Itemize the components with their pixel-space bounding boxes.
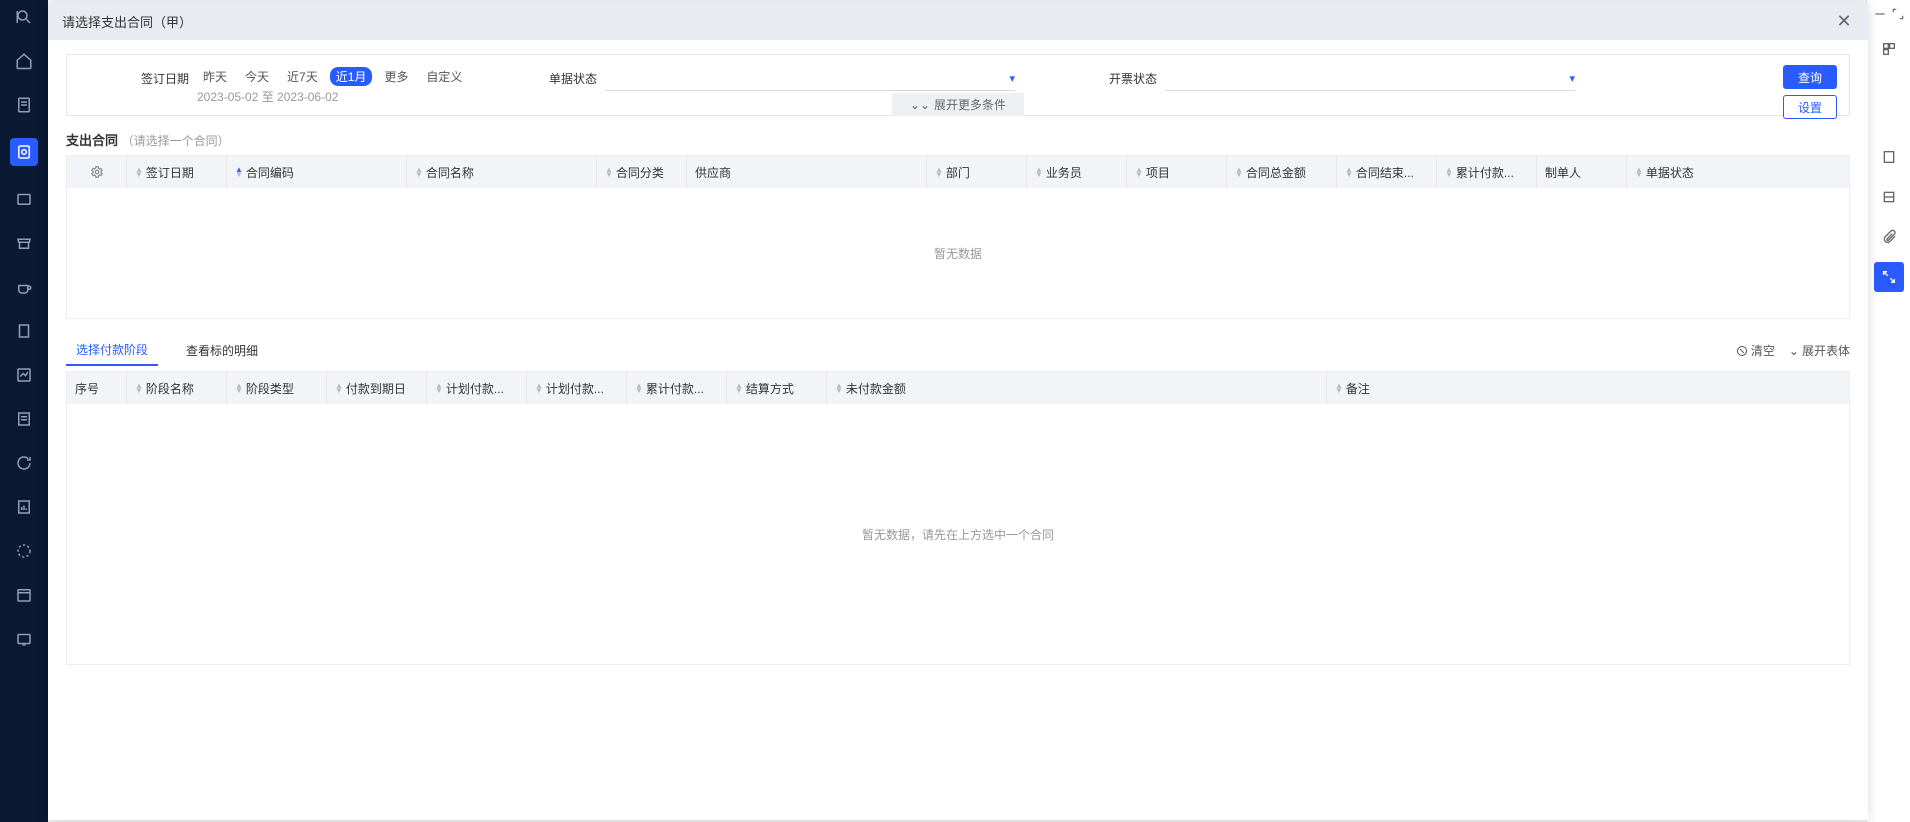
select-contract-modal: 请选择支出合同（甲） ✕ 签订日期 昨天 今天 近7天 近1月 更多 自定义 xyxy=(48,2,1868,820)
col-contract-category[interactable]: ▲▼合同分类 xyxy=(597,156,687,188)
right-toolbar xyxy=(1866,0,1910,822)
date-quick-picker: 昨天 今天 近7天 近1月 更多 自定义 xyxy=(197,67,468,86)
modal-title: 请选择支出合同（甲） xyxy=(62,12,1834,31)
stages-table-header: 序号 ▲▼阶段名称 ▲▼阶段类型 ▲▼付款到期日 ▲▼计划付款... ▲▼计划付… xyxy=(67,372,1849,404)
minimize-icon[interactable] xyxy=(1872,6,1888,22)
search-icon[interactable] xyxy=(13,6,35,28)
date-custom[interactable]: 自定义 xyxy=(420,67,468,86)
col-supplier[interactable]: 供应商 xyxy=(687,156,927,188)
col-cum-payment[interactable]: ▲▼累计付款... xyxy=(1437,156,1537,188)
clear-button[interactable]: 清空 xyxy=(1736,342,1775,359)
date-more[interactable]: 更多 xyxy=(378,67,414,86)
list-icon[interactable] xyxy=(13,408,35,430)
doc-status-label: 单据状态 xyxy=(507,67,597,87)
col-plan-pay2[interactable]: ▲▼计划付款... xyxy=(527,372,627,404)
gear-column[interactable] xyxy=(67,156,127,188)
report-icon[interactable] xyxy=(13,496,35,518)
col-project[interactable]: ▲▼项目 xyxy=(1127,156,1227,188)
col-total-amount[interactable]: ▲▼合同总金额 xyxy=(1227,156,1337,188)
col-end-date[interactable]: ▲▼合同结束... xyxy=(1337,156,1437,188)
contract-icon[interactable] xyxy=(10,138,38,166)
folder-icon[interactable] xyxy=(13,188,35,210)
col-stage-name[interactable]: ▲▼阶段名称 xyxy=(127,372,227,404)
col-sign-date[interactable]: ▲▼签订日期 xyxy=(127,156,227,188)
cycle-icon[interactable] xyxy=(13,540,35,562)
col-contract-name[interactable]: ▲▼合同名称 xyxy=(407,156,597,188)
query-button[interactable]: 查询 xyxy=(1783,65,1837,89)
filter-panel: 签订日期 昨天 今天 近7天 近1月 更多 自定义 2023-05-02 至 2… xyxy=(66,54,1850,116)
section-contracts-title: 支出合同 （请选择一个合同） xyxy=(66,130,1850,149)
attach-icon[interactable] xyxy=(1874,222,1904,252)
stages-table-empty: 暂无数据，请先在上方选中一个合同 xyxy=(67,404,1849,664)
fullscreen-icon[interactable] xyxy=(1890,6,1906,22)
date-today[interactable]: 今天 xyxy=(239,67,275,86)
contracts-table-header: ▲▼签订日期 ▲▼合同编码 ▲▼合同名称 ▲▼合同分类 供应商 ▲▼部门 ▲▼业… xyxy=(67,156,1849,188)
left-sidebar xyxy=(0,0,48,822)
store-icon[interactable] xyxy=(13,232,35,254)
tab-view-detail[interactable]: 查看标的明细 xyxy=(176,336,268,365)
layout-icon[interactable] xyxy=(1874,34,1904,64)
col-seq[interactable]: 序号 xyxy=(67,372,127,404)
doc-icon[interactable] xyxy=(13,94,35,116)
col-settle-mode[interactable]: ▲▼结算方式 xyxy=(727,372,827,404)
building-icon[interactable] xyxy=(13,320,35,342)
clear-icon xyxy=(1736,345,1748,357)
settings-button[interactable]: 设置 xyxy=(1783,95,1837,119)
col-doc-status[interactable]: ▲▼单据状态 xyxy=(1627,156,1849,188)
home-icon[interactable] xyxy=(13,50,35,72)
tv-icon[interactable] xyxy=(13,628,35,650)
col-creator[interactable]: 制单人 xyxy=(1537,156,1627,188)
double-chevron-down-icon: ⌄⌄ xyxy=(910,98,930,112)
date-last7[interactable]: 近7天 xyxy=(281,67,324,86)
close-icon[interactable]: ✕ xyxy=(1834,11,1854,32)
col-contract-code[interactable]: ▲▼合同编码 xyxy=(227,156,407,188)
date-last1m[interactable]: 近1月 xyxy=(330,67,373,86)
chart-icon[interactable] xyxy=(13,364,35,386)
contracts-table: ▲▼签订日期 ▲▼合同编码 ▲▼合同名称 ▲▼合同分类 供应商 ▲▼部门 ▲▼业… xyxy=(66,155,1850,319)
col-unpaid-amount[interactable]: ▲▼未付款金额 xyxy=(827,372,1327,404)
chevron-down-icon: ▾ xyxy=(1009,72,1015,85)
date-range-text: 2023-05-02 至 2023-06-02 xyxy=(197,88,468,105)
col-due-date[interactable]: ▲▼付款到期日 xyxy=(327,372,427,404)
scan-icon[interactable] xyxy=(1874,182,1904,212)
expand-panel-icon[interactable] xyxy=(1874,262,1904,292)
detail-tabs: 选择付款阶段 查看标的明细 清空 ⌄ 展开表体 xyxy=(66,335,1850,367)
col-remark[interactable]: ▲▼备注 xyxy=(1327,372,1849,404)
stages-table: 序号 ▲▼阶段名称 ▲▼阶段类型 ▲▼付款到期日 ▲▼计划付款... ▲▼计划付… xyxy=(66,371,1850,665)
note-icon[interactable] xyxy=(1874,142,1904,172)
tab-select-stage[interactable]: 选择付款阶段 xyxy=(66,335,158,366)
invoice-status-label: 开票状态 xyxy=(1067,67,1157,87)
date-yesterday[interactable]: 昨天 xyxy=(197,67,233,86)
expand-body-button[interactable]: ⌄ 展开表体 xyxy=(1789,342,1850,359)
coffee-icon[interactable] xyxy=(13,276,35,298)
col-salesperson[interactable]: ▲▼业务员 xyxy=(1027,156,1127,188)
contracts-table-empty: 暂无数据 xyxy=(67,188,1849,318)
col-department[interactable]: ▲▼部门 xyxy=(927,156,1027,188)
chevron-down-icon: ⌄ xyxy=(1789,344,1799,358)
invoice-status-select[interactable]: ▾ xyxy=(1165,67,1575,91)
refresh-icon[interactable] xyxy=(13,452,35,474)
gear-icon xyxy=(90,165,104,179)
col-stage-type[interactable]: ▲▼阶段类型 xyxy=(227,372,327,404)
doc-status-select[interactable]: ▾ xyxy=(605,67,1015,91)
sign-date-label: 签订日期 xyxy=(117,67,189,87)
modal-header: 请选择支出合同（甲） ✕ xyxy=(48,2,1868,40)
col-plan-pay1[interactable]: ▲▼计划付款... xyxy=(427,372,527,404)
col-cum-pay[interactable]: ▲▼累计付款... xyxy=(627,372,727,404)
chevron-down-icon: ▾ xyxy=(1569,72,1575,85)
calendar-icon[interactable] xyxy=(13,584,35,606)
expand-more-conditions[interactable]: ⌄⌄ 展开更多条件 xyxy=(892,93,1024,116)
